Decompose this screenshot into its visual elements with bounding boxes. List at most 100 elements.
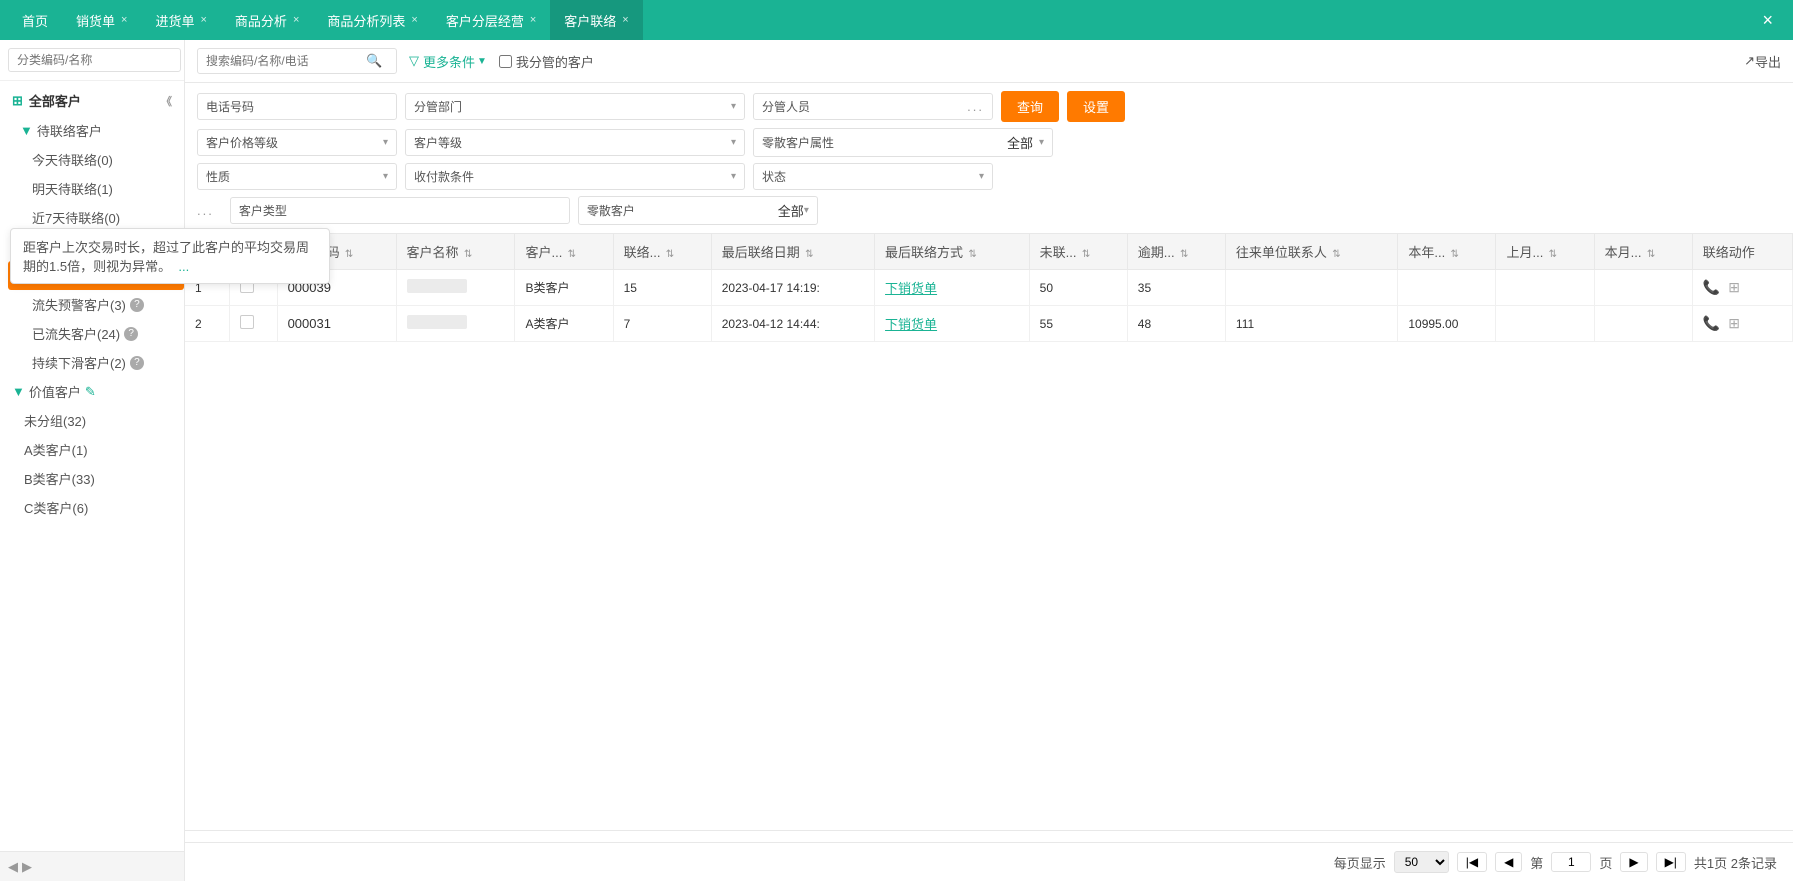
row1-action-icons: 📞 ⊞ [1703, 279, 1782, 296]
row1-this-month [1594, 270, 1692, 306]
sidebar-item-already-lost[interactable]: 已流失客户(24) ? [8, 319, 184, 348]
col-year-amount-label: 本年... [1408, 245, 1445, 260]
scatter-attr-field[interactable]: 零散客户属性 全部 ▾ [753, 128, 1053, 157]
row2-phone-icon[interactable]: 📞 [1703, 315, 1720, 332]
sidebar-item-lost-warning[interactable]: 流失预警客户(3) ? [8, 290, 184, 319]
nav-item-purchase[interactable]: 进货单 × [141, 0, 220, 40]
sidebar-item-tomorrow[interactable]: 明天待联络(1) [8, 174, 184, 203]
per-page-select[interactable]: 50 100 200 [1394, 851, 1449, 873]
export-icon: ↗ [1744, 53, 1755, 69]
last-page-btn[interactable]: ▶| [1656, 852, 1686, 872]
col-overdue[interactable]: 逾期... ⇅ [1127, 234, 1225, 270]
sub-person-dots[interactable]: ... [967, 99, 984, 114]
col-last-contact-method[interactable]: 最后联络方式 ⇅ [875, 234, 1030, 270]
col-customer-type-sort-icon: ⇅ [568, 249, 576, 260]
scatter-customer-field[interactable]: 零散客户 全部 ▾ [578, 196, 818, 225]
col-contact-count[interactable]: 联络... ⇅ [613, 234, 711, 270]
col-last-month-label: 上月... [1506, 245, 1543, 260]
sidebar-search-input[interactable] [8, 48, 181, 72]
filter-row-4: ... 客户类型 零散客户 全部 ▾ [197, 196, 1781, 225]
nav-sales-close[interactable]: × [121, 14, 127, 26]
nav-item-analysis-list[interactable]: 商品分析列表 × [313, 0, 431, 40]
customer-type-field[interactable]: 客户类型 [230, 197, 570, 224]
nav-item-analysis[interactable]: 商品分析 × [221, 0, 313, 40]
status-field[interactable]: 状态 ▾ [753, 163, 993, 190]
nav-item-home[interactable]: 首页 [8, 0, 62, 40]
sidebar-all-customers[interactable]: ⊞ 全部客户 《 [0, 85, 184, 116]
col-this-month[interactable]: 本月... ⇅ [1594, 234, 1692, 270]
sidebar-collapse-btn[interactable]: 《 [161, 93, 172, 109]
row2-edit-icon[interactable]: ⊞ [1728, 315, 1740, 332]
nav-purchase-label: 进货单 [155, 11, 194, 30]
nav-customer-mgmt-close[interactable]: × [530, 14, 536, 26]
tomorrow-pending-label: 明天待联络(1) [32, 182, 113, 197]
customer-level-field[interactable]: 客户等级 ▾ [405, 129, 745, 156]
nav-item-sales[interactable]: 销货单 × [62, 0, 141, 40]
sidebar-item-today[interactable]: 今天待联络(0) [8, 145, 184, 174]
all-customers-label: 全部客户 [29, 91, 81, 110]
customer-grade-field[interactable]: 客户价格等级 ▾ [197, 129, 397, 156]
sidebar-item-a-class[interactable]: A类客户(1) [0, 435, 184, 464]
nav-item-customer-mgmt[interactable]: 客户分层经营 × [432, 0, 550, 40]
sidebar-item-ungroup[interactable]: 未分组(32) [0, 406, 184, 435]
row1-edit-icon[interactable]: ⊞ [1728, 279, 1740, 296]
col-company-contact[interactable]: 往来单位联系人 ⇅ [1225, 234, 1397, 270]
sidebar-item-b-class[interactable]: B类客户(33) [0, 464, 184, 493]
edit-icon[interactable]: ✎ [85, 384, 96, 400]
my-customer-check[interactable] [499, 55, 512, 68]
my-customer-checkbox[interactable]: 我分管的客户 [499, 52, 594, 71]
col-contact-count-sort-icon: ⇅ [666, 249, 674, 260]
col-year-amount-sort-icon: ⇅ [1451, 249, 1459, 260]
sub-person-field[interactable]: 分管人员 ... [753, 93, 993, 120]
nav-customer-mgmt-label: 客户分层经营 [446, 11, 524, 30]
nav-purchase-close[interactable]: × [200, 14, 206, 26]
first-page-btn[interactable]: |◀ [1457, 852, 1487, 872]
per-page-label: 每页显示 [1334, 853, 1386, 872]
horizontal-scrollbar[interactable] [185, 830, 1793, 842]
value-customer-section[interactable]: ▼ 价值客户 ✎ [0, 377, 184, 406]
page-input[interactable] [1551, 852, 1591, 872]
nav-customer-contact-close[interactable]: × [622, 14, 628, 26]
row1-phone-icon[interactable]: 📞 [1703, 279, 1720, 296]
filter-row-1: 电话号码 分管部门 ▾ 分管人员 ... 查询 设置 [197, 91, 1781, 122]
query-button[interactable]: 查询 [1001, 91, 1059, 122]
more-conditions-label: 更多条件 [423, 52, 475, 71]
row1-method-link[interactable]: 下销货单 [885, 281, 937, 296]
sidebar-bottom-nav-right[interactable]: ▶ [22, 859, 32, 875]
col-last-month[interactable]: 上月... ⇅ [1496, 234, 1594, 270]
nav-analysis-list-close[interactable]: × [411, 14, 417, 26]
col-name[interactable]: 客户名称 ⇅ [396, 234, 515, 270]
main-search-icon[interactable]: 🔍 [366, 53, 382, 69]
scatter-attr-arrow-icon: ▾ [1039, 137, 1044, 148]
col-not-contacted[interactable]: 未联... ⇅ [1029, 234, 1127, 270]
nav-item-customer-contact[interactable]: 客户联络 × [550, 0, 642, 40]
row4-dots[interactable]: ... [197, 203, 214, 218]
col-year-amount[interactable]: 本年... ⇅ [1398, 234, 1496, 270]
phone-label: 电话号码 [206, 98, 388, 115]
gender-field[interactable]: 性质 ▾ [197, 163, 397, 190]
main-search-input[interactable] [206, 54, 366, 68]
row2-method-link[interactable]: 下销货单 [885, 317, 937, 332]
row2-checkbox[interactable] [229, 306, 277, 342]
export-btn[interactable]: ↗ 导出 [1744, 52, 1781, 71]
sidebar-item-declining[interactable]: 持续下滑客户(2) ? [8, 348, 184, 377]
more-conditions-btn[interactable]: ▽ 更多条件 ▼ [409, 52, 487, 71]
settings-button[interactable]: 设置 [1067, 91, 1125, 122]
pending-contact-title[interactable]: ▼ 待联络客户 [8, 116, 184, 145]
col-last-contact-date[interactable]: 最后联络日期 ⇅ [711, 234, 874, 270]
sub-dept-field[interactable]: 分管部门 ▾ [405, 93, 745, 120]
row2-check[interactable] [240, 315, 254, 329]
phone-field[interactable]: 电话号码 [197, 93, 397, 120]
row1-last-contact-method[interactable]: 下销货单 [875, 270, 1030, 306]
payment-field[interactable]: 收付款条件 ▾ [405, 163, 745, 190]
prev-page-btn[interactable]: ◀ [1495, 852, 1522, 872]
sidebar-item-c-class[interactable]: C类客户(6) [0, 493, 184, 522]
row2-last-contact-method[interactable]: 下销货单 [875, 306, 1030, 342]
col-customer-type[interactable]: 客户... ⇅ [515, 234, 613, 270]
sidebar-bottom-nav-left[interactable]: ◀ [8, 859, 18, 875]
declining-help-icon: ? [130, 356, 144, 370]
next-page-btn[interactable]: ▶ [1620, 852, 1647, 872]
window-close-icon[interactable]: × [1750, 10, 1785, 31]
col-last-contact-date-sort-icon: ⇅ [805, 249, 813, 260]
nav-analysis-close[interactable]: × [293, 14, 299, 26]
